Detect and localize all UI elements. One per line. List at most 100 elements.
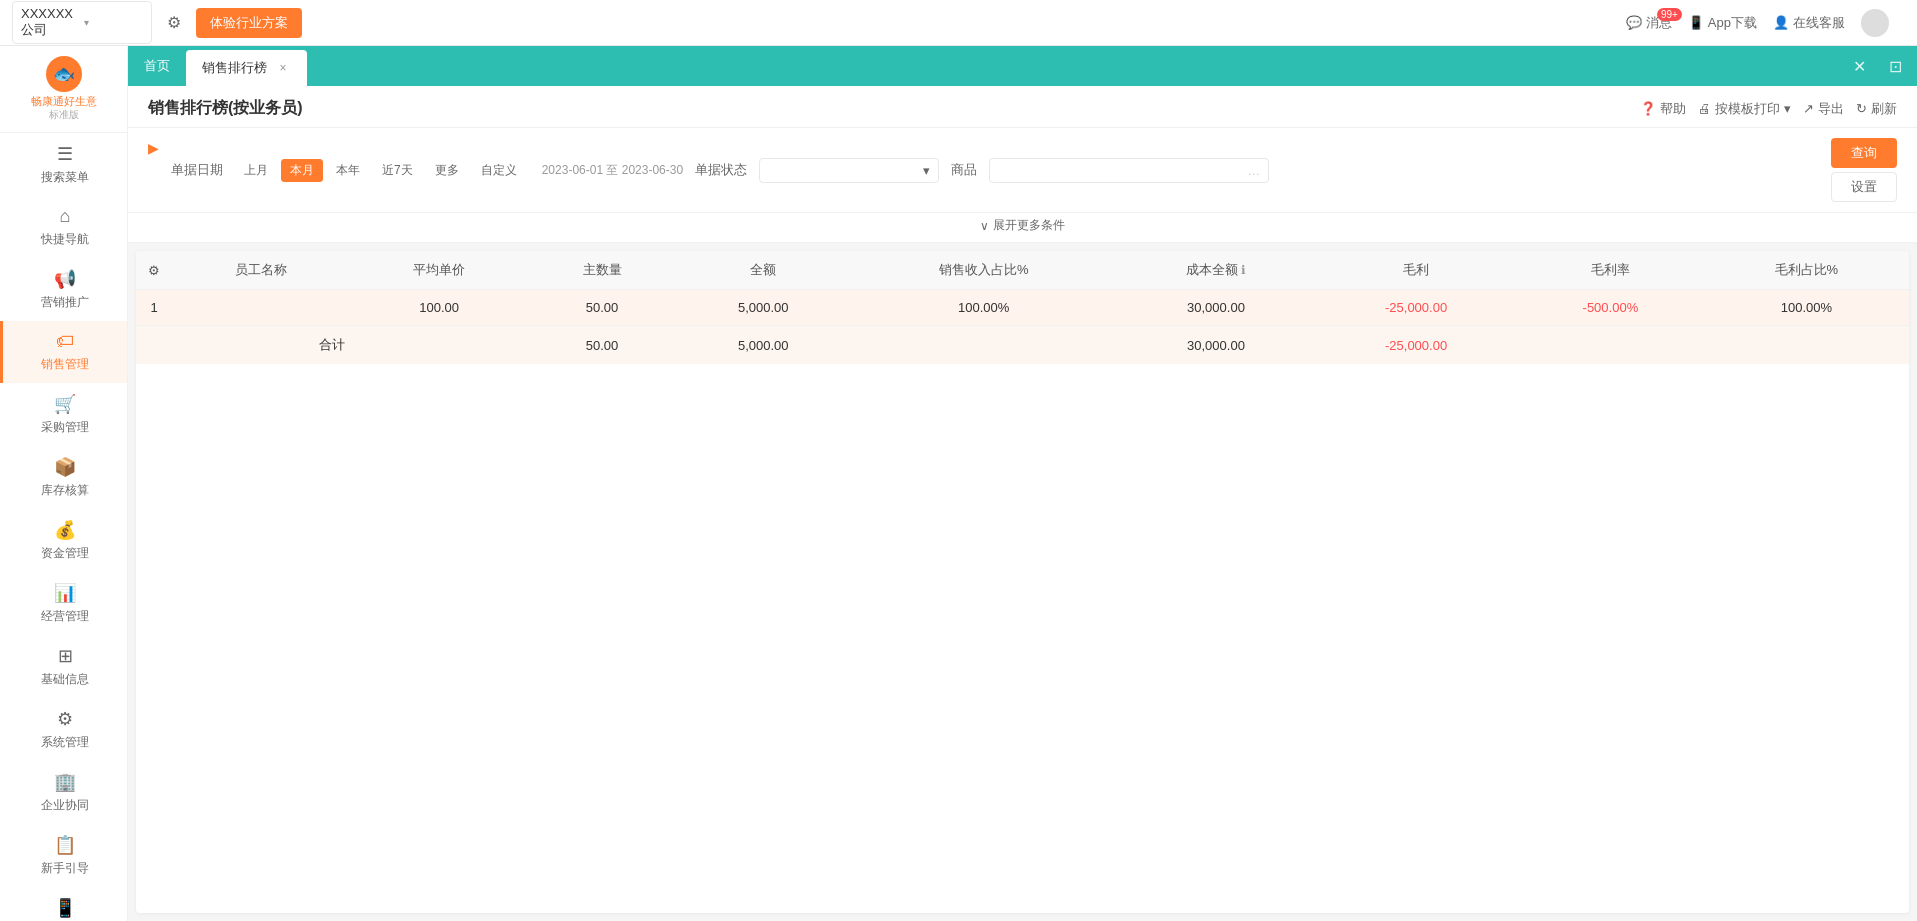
sidebar-item-label-basic: 基础信息 — [41, 671, 89, 688]
help-icon: ❓ — [1640, 101, 1656, 116]
home-icon: ⌂ — [60, 206, 71, 227]
chevron-down-icon: ▾ — [84, 17, 143, 28]
status-label: 单据状态 — [695, 161, 747, 179]
tab-close-button[interactable]: × — [275, 60, 291, 76]
main-layout: 🐟 畅康通好生意 标准版 ☰ 搜索菜单 ⌂ 快捷导航 📢 营销推广 🏷 销售管理… — [0, 46, 1917, 921]
sidebar-item-sales[interactable]: 🏷 销售管理 — [0, 321, 127, 383]
sidebar-item-search[interactable]: ☰ 搜索菜单 — [0, 133, 127, 196]
cell-gross-pct: 100.00% — [1704, 290, 1909, 326]
settings-icon[interactable]: ⚙ — [160, 9, 188, 37]
tab-bar: 首页 销售排行榜 × ✕ ⊡ — [128, 46, 1917, 86]
goods-input[interactable]: … — [989, 158, 1269, 183]
sidebar-item-label-collab: 企业协同 — [41, 797, 89, 814]
logo-icon: 🐟 — [46, 56, 82, 92]
cell-sales-pct: 100.00% — [851, 290, 1117, 326]
tab-close-window-button[interactable]: ✕ — [1845, 52, 1873, 80]
filter-bar: ▶ 单据日期 上月 本月 本年 近7天 更多 自定义 2023-06-01 — [128, 128, 1917, 213]
purchase-icon: 🛒 — [54, 393, 76, 415]
sidebar-item-guide[interactable]: 📋 新手引导 — [0, 824, 127, 887]
inventory-icon: 📦 — [54, 456, 76, 478]
cell-qty: 50.00 — [528, 290, 676, 326]
app-download-button[interactable]: 📱 App下载 — [1688, 14, 1757, 32]
col-amount-header: 全额 — [676, 251, 851, 290]
message-badge: 99+ — [1657, 8, 1682, 21]
marketing-icon: 📢 — [54, 268, 76, 290]
table-header-row: ⚙ 员工名称 平均单价 主数量 全额 销售收入占比% 成本全额 ℹ 毛利 毛利率 — [136, 251, 1909, 290]
message-button[interactable]: 💬 消息 99+ — [1626, 14, 1672, 32]
system-icon: ⚙ — [57, 708, 73, 730]
col-qty-header: 主数量 — [528, 251, 676, 290]
sidebar-item-collab[interactable]: 🏢 企业协同 — [0, 761, 127, 824]
guide-icon: 📋 — [54, 834, 76, 856]
table-row: 1 100.00 50.00 5,000.00 100.00% 30,000.0… — [136, 290, 1909, 326]
tab-sales-rank[interactable]: 销售排行榜 × — [186, 50, 307, 86]
app-center-icon: 📱 — [54, 897, 76, 919]
query-button[interactable]: 查询 — [1831, 138, 1897, 168]
sidebar-item-system[interactable]: ⚙ 系统管理 — [0, 698, 127, 761]
settings-button[interactable]: 设置 — [1831, 172, 1897, 202]
sidebar-item-basic[interactable]: ⊞ 基础信息 — [0, 635, 127, 698]
sidebar: 🐟 畅康通好生意 标准版 ☰ 搜索菜单 ⌂ 快捷导航 📢 营销推广 🏷 销售管理… — [0, 46, 128, 921]
date-opt-prev-month[interactable]: 上月 — [235, 159, 277, 182]
date-opt-7days[interactable]: 近7天 — [373, 159, 422, 182]
filter-row-1: 单据日期 上月 本月 本年 近7天 更多 自定义 2023-06-01 至 20… — [171, 138, 1897, 202]
app-label: App下载 — [1708, 14, 1757, 32]
tab-bar-right: ✕ ⊡ — [1845, 52, 1917, 80]
sidebar-item-operations[interactable]: 📊 经营管理 — [0, 572, 127, 635]
col-cost-header: 成本全额 ℹ — [1117, 251, 1315, 290]
close-icon[interactable]: × — [275, 60, 291, 76]
print-button[interactable]: 🖨 按模板打印 ▾ — [1698, 100, 1791, 118]
table-wrapper: ⚙ 员工名称 平均单价 主数量 全额 销售收入占比% 成本全额 ℹ 毛利 毛利率 — [136, 251, 1909, 913]
col-employee-header: 员工名称 — [172, 251, 350, 290]
date-opt-current-month[interactable]: 本月 — [281, 159, 323, 182]
page-title-row: 销售排行榜(按业务员) ❓ 帮助 🖨 按模板打印 ▾ ↗ — [148, 98, 1897, 119]
header-actions: ❓ 帮助 🖨 按模板打印 ▾ ↗ 导出 ↻ — [1640, 100, 1897, 118]
sidebar-item-label-marketing: 营销推广 — [41, 294, 89, 311]
sidebar-item-finance[interactable]: 💰 资金管理 — [0, 509, 127, 572]
sales-icon: 🏷 — [56, 331, 74, 352]
col-settings-icon[interactable]: ⚙ — [148, 263, 160, 278]
sidebar-item-inventory[interactable]: 📦 库存核算 — [0, 446, 127, 509]
export-label: 导出 — [1818, 100, 1844, 118]
cell-cost: 30,000.00 — [1117, 290, 1315, 326]
company-name: XXXXXX公司 — [21, 6, 80, 39]
cell-amount: 5,000.00 — [676, 290, 851, 326]
footer-amount: 5,000.00 — [676, 326, 851, 365]
help-button[interactable]: ❓ 帮助 — [1640, 100, 1686, 118]
sidebar-item-purchase[interactable]: 🛒 采购管理 — [0, 383, 127, 446]
date-range-display: 2023-06-01 至 2023-06-30 — [542, 162, 683, 179]
tab-maximize-button[interactable]: ⊡ — [1881, 52, 1909, 80]
refresh-button[interactable]: ↻ 刷新 — [1856, 100, 1897, 118]
sidebar-item-label-operations: 经营管理 — [41, 608, 89, 625]
sidebar-item-label-search: 搜索菜单 — [41, 169, 89, 186]
filter-groups: 单据日期 上月 本月 本年 近7天 更多 自定义 2023-06-01 至 20… — [171, 138, 1897, 202]
avatar[interactable] — [1861, 9, 1889, 37]
date-opt-current-year[interactable]: 本年 — [327, 159, 369, 182]
table-footer-row: 合计 50.00 5,000.00 30,000.00 -25,000.00 — [136, 326, 1909, 365]
footer-gross-rate — [1517, 326, 1704, 365]
page-content: 销售排行榜(按业务员) ❓ 帮助 🖨 按模板打印 ▾ ↗ — [128, 86, 1917, 921]
company-selector[interactable]: XXXXXX公司 ▾ — [12, 1, 152, 44]
col-settings[interactable]: ⚙ — [136, 251, 172, 290]
date-opt-custom[interactable]: 自定义 — [472, 159, 526, 182]
cost-info-icon[interactable]: ℹ — [1241, 263, 1246, 277]
expand-more-row: ∨ 展开更多条件 — [128, 213, 1917, 243]
online-service-button[interactable]: 👤 在线客服 — [1773, 14, 1845, 32]
sidebar-item-marketing[interactable]: 📢 营销推广 — [0, 258, 127, 321]
footer-sales-pct — [851, 326, 1117, 365]
sidebar-item-label-purchase: 采购管理 — [41, 419, 89, 436]
cell-gross-rate: -500.00% — [1517, 290, 1704, 326]
tab-home[interactable]: 首页 — [128, 46, 186, 86]
status-select[interactable]: ▾ — [759, 158, 939, 183]
expand-more-button[interactable]: ∨ 展开更多条件 — [980, 217, 1065, 234]
expand-arrow-button[interactable]: ▶ — [148, 138, 159, 156]
sidebar-item-app-center[interactable]: 📱 应用中心 — [0, 887, 127, 921]
sidebar-item-label-system: 系统管理 — [41, 734, 89, 751]
col-sales-pct-header: 销售收入占比% — [851, 251, 1117, 290]
sidebar-item-quick[interactable]: ⌂ 快捷导航 — [0, 196, 127, 258]
experience-button[interactable]: 体验行业方案 — [196, 8, 302, 38]
print-chevron-icon: ▾ — [1784, 101, 1791, 116]
logo-sub: 标准版 — [49, 108, 79, 122]
date-opt-more[interactable]: 更多 — [426, 159, 468, 182]
export-button[interactable]: ↗ 导出 — [1803, 100, 1844, 118]
